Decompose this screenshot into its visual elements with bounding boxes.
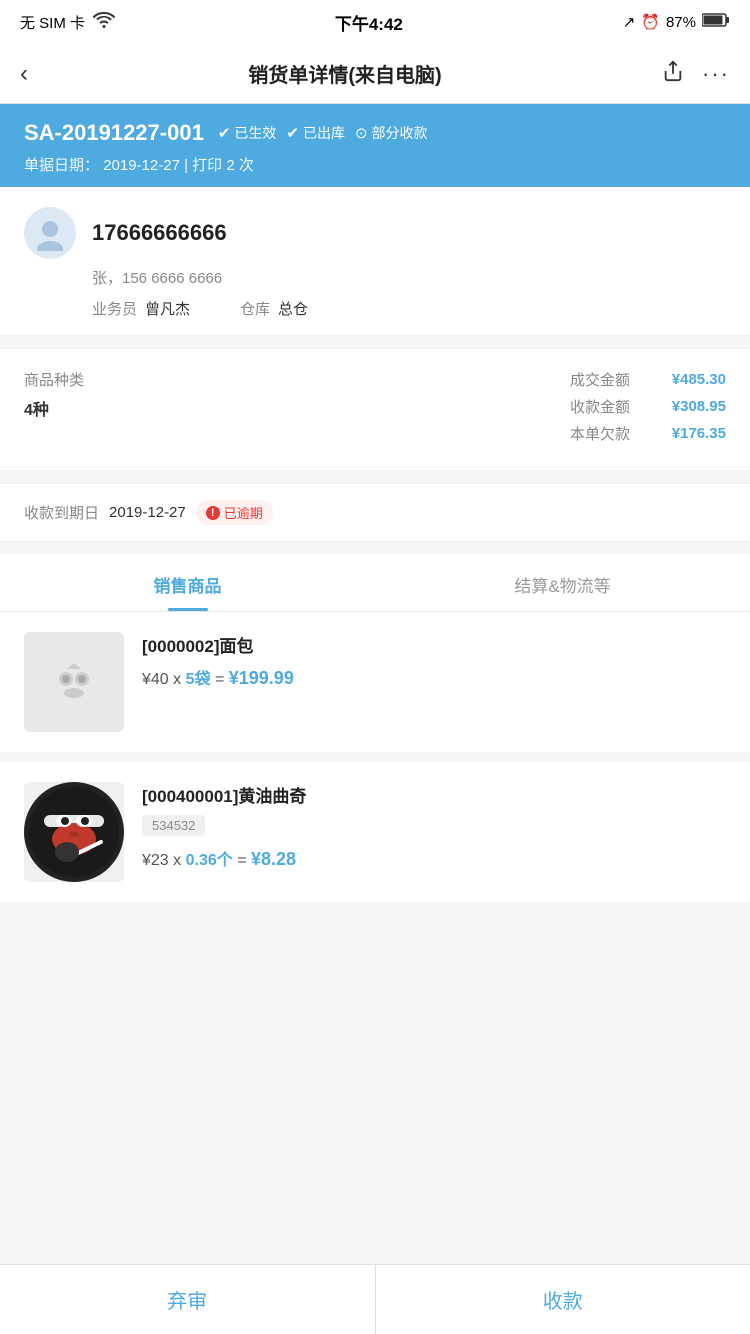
customer-meta: 业务员 曾凡杰 仓库 总仓 (92, 298, 726, 319)
product-item-cookie: [000400001]黄油曲奇 534532 ¥23 x 0.36个 = ¥8.… (0, 762, 750, 902)
tab-sales-products[interactable]: 销售商品 (0, 554, 375, 611)
nav-bar: ‹ 销货单详情(来自电脑) ··· (0, 44, 750, 104)
product-item-bread: [0000002]面包 ¥40 x 5袋 = ¥199.99 (0, 612, 750, 752)
avatar (24, 207, 76, 259)
tab-settlement[interactable]: 结算&物流等 (375, 554, 750, 611)
header-banner: SA-20191227-001 ✔ 已生效 ✔ 已出库 ⊙ 部分收款 单据日期：… (0, 104, 750, 187)
time-display: 下午4:42 (335, 10, 403, 35)
customer-sub-info: 张，156 6666 6666 (92, 267, 726, 288)
overdue-icon: ! (206, 506, 220, 520)
collect-payment-button[interactable]: 收款 (376, 1265, 750, 1334)
location-icon: ↗ (623, 13, 636, 31)
battery-level: 87% (666, 14, 696, 31)
nav-right-icons: ··· (662, 60, 730, 88)
product-kind-value: 4种 (24, 396, 84, 420)
cancel-review-button[interactable]: 弃审 (0, 1265, 376, 1334)
product-info-bread: [0000002]面包 ¥40 x 5袋 = ¥199.99 (142, 632, 726, 689)
product-list: [0000002]面包 ¥40 x 5袋 = ¥199.99 (0, 612, 750, 984)
more-icon[interactable]: ··· (702, 61, 730, 87)
received-row: 收款金额 ¥308.95 (570, 396, 726, 417)
order-date-info: 单据日期： 2019-12-27 | 打印 2 次 (24, 154, 726, 175)
product-thumb-bread (24, 632, 124, 732)
badge-partial-payment: ⊙ 部分收款 (355, 123, 428, 143)
sim-status: 无 SIM 卡 (20, 12, 85, 33)
owed-row: 本单欠款 ¥176.35 (570, 423, 726, 444)
customer-phone: 17666666666 (92, 220, 227, 246)
page-title: 销货单详情(来自电脑) (248, 59, 441, 88)
check-icon-2: ✔ (286, 124, 299, 142)
check-icon-1: ✔ (218, 124, 231, 142)
product-name-bread: [0000002]面包 (142, 632, 726, 657)
share-icon[interactable] (662, 60, 684, 88)
product-sku-cookie: 534532 (142, 815, 205, 836)
status-right: ↗ ⏰ 87% (623, 12, 730, 32)
overdue-badge: ! 已逾期 (196, 500, 273, 525)
due-date-section: 收款到期日 2019-12-27 ! 已逾期 (0, 483, 750, 542)
warehouse: 仓库 总仓 (240, 298, 308, 319)
product-name-cookie: [000400001]黄油曲奇 (142, 782, 726, 807)
deal-amount-row: 成交金额 ¥485.30 (570, 369, 726, 390)
tab-bar: 销售商品 结算&物流等 (0, 554, 750, 612)
sales-person: 业务员 曾凡杰 (92, 298, 190, 319)
badge-activated: ✔ 已生效 (218, 123, 277, 143)
amount-summary: 成交金额 ¥485.30 收款金额 ¥308.95 本单欠款 ¥176.35 (570, 369, 726, 450)
status-bar: 无 SIM 卡 下午4:42 ↗ ⏰ 87% (0, 0, 750, 44)
alarm-icon: ⏰ (641, 13, 660, 31)
status-badges: ✔ 已生效 ✔ 已出库 ⊙ 部分收款 (218, 123, 428, 143)
wifi-icon (93, 12, 115, 32)
order-id: SA-20191227-001 (24, 120, 204, 146)
back-button[interactable]: ‹ (20, 60, 28, 88)
product-thumb-cookie (24, 782, 124, 882)
product-price-cookie: ¥23 x 0.36个 = ¥8.28 (142, 846, 726, 870)
product-kind-label: 商品种类 (24, 369, 84, 390)
product-info-cookie: [000400001]黄油曲奇 534532 ¥23 x 0.36个 = ¥8.… (142, 782, 726, 870)
battery-icon (702, 12, 730, 32)
product-price-bread: ¥40 x 5袋 = ¥199.99 (142, 665, 726, 689)
customer-section: 17666666666 张，156 6666 6666 业务员 曾凡杰 仓库 总… (0, 187, 750, 336)
badge-shipped: ✔ 已出库 (286, 123, 345, 143)
status-left: 无 SIM 卡 (20, 12, 115, 33)
clock-icon: ⊙ (355, 124, 368, 142)
product-kind: 商品种类 4种 (24, 369, 84, 420)
bottom-bar: 弃审 收款 (0, 1264, 750, 1334)
summary-section: 商品种类 4种 成交金额 ¥485.30 收款金额 ¥308.95 本单欠款 ¥… (0, 348, 750, 471)
